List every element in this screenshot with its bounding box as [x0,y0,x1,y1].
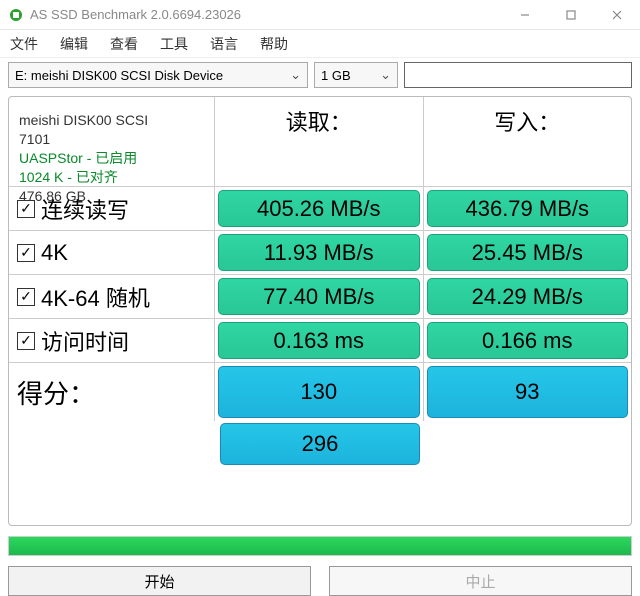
label-4k: 4K [41,240,68,266]
access-read-value: 0.163 ms [218,322,420,359]
menubar: 文件 编辑 查看 工具 语言 帮助 [0,30,640,58]
seq-write-value: 436.79 MB/s [427,190,629,227]
start-button[interactable]: 开始 [8,566,311,596]
menu-view[interactable]: 查看 [110,34,138,54]
button-row: 开始 中止 [8,566,632,596]
header-write: 写入： [424,97,632,187]
chevron-down-icon: ⌄ [284,67,301,83]
titlebar: AS SSD Benchmark 2.0.6694.23026 [0,0,640,30]
menu-file[interactable]: 文件 [10,34,38,54]
score-read-value: 130 [218,366,420,418]
row-total: 296 [9,421,631,471]
device-info-cell: meishi DISK00 SCSI 7101 UASPStor - 已启用 1… [9,97,215,187]
checkbox-4k[interactable]: ✓ [17,244,35,262]
header-row: meishi DISK00 SCSI 7101 UASPStor - 已启用 1… [9,97,631,187]
score-write-value: 93 [427,366,629,418]
stop-button[interactable]: 中止 [329,566,632,596]
device-align: 1024 K - 已对齐 [19,168,148,187]
chevron-down-icon: ⌄ [374,67,391,83]
checkbox-seq[interactable]: ✓ [17,200,35,218]
device-name: meishi DISK00 SCSI [19,111,148,130]
4k64-read-value: 77.40 MB/s [218,278,420,315]
row-4k: ✓ 4K 11.93 MB/s 25.45 MB/s [9,231,631,275]
4k64-write-value: 24.29 MB/s [427,278,629,315]
minimize-button[interactable] [502,0,548,30]
path-input[interactable] [404,62,632,88]
close-button[interactable] [594,0,640,30]
row-score: 得分： 130 93 [9,363,631,421]
toolbar: E: meishi DISK00 SCSI Disk Device ⌄ 1 GB… [0,58,640,92]
checkbox-4k64[interactable]: ✓ [17,288,35,306]
device-select-value: E: meishi DISK00 SCSI Disk Device [15,68,223,83]
header-read: 读取： [215,97,424,187]
row-access: ✓ 访问时间 0.163 ms 0.166 ms [9,319,631,363]
device-uasp: UASPStor - 已启用 [19,149,148,168]
score-total-value: 296 [220,423,420,465]
menu-edit[interactable]: 编辑 [60,34,88,54]
size-select-value: 1 GB [321,68,351,83]
4k-read-value: 11.93 MB/s [218,234,420,271]
app-icon [8,7,24,23]
menu-help[interactable]: 帮助 [260,34,288,54]
menu-language[interactable]: 语言 [210,34,238,54]
window-title: AS SSD Benchmark 2.0.6694.23026 [30,7,241,22]
label-4k64: 4K-64 随机 [41,281,150,313]
results-panel: meishi DISK00 SCSI 7101 UASPStor - 已启用 1… [8,96,632,526]
label-access: 访问时间 [41,325,129,357]
checkbox-access[interactable]: ✓ [17,332,35,350]
row-4k64: ✓ 4K-64 随机 77.40 MB/s 24.29 MB/s [9,275,631,319]
size-select[interactable]: 1 GB ⌄ [314,62,398,88]
device-sub: 7101 [19,130,148,149]
seq-read-value: 405.26 MB/s [218,190,420,227]
score-label: 得分： [9,363,215,421]
progress-fill [9,537,631,555]
label-seq: 连续读写 [41,193,129,225]
menu-tools[interactable]: 工具 [160,34,188,54]
maximize-button[interactable] [548,0,594,30]
row-seq: ✓ 连续读写 405.26 MB/s 436.79 MB/s [9,187,631,231]
4k-write-value: 25.45 MB/s [427,234,629,271]
access-write-value: 0.166 ms [427,322,629,359]
device-select[interactable]: E: meishi DISK00 SCSI Disk Device ⌄ [8,62,308,88]
progress-bar [8,536,632,556]
